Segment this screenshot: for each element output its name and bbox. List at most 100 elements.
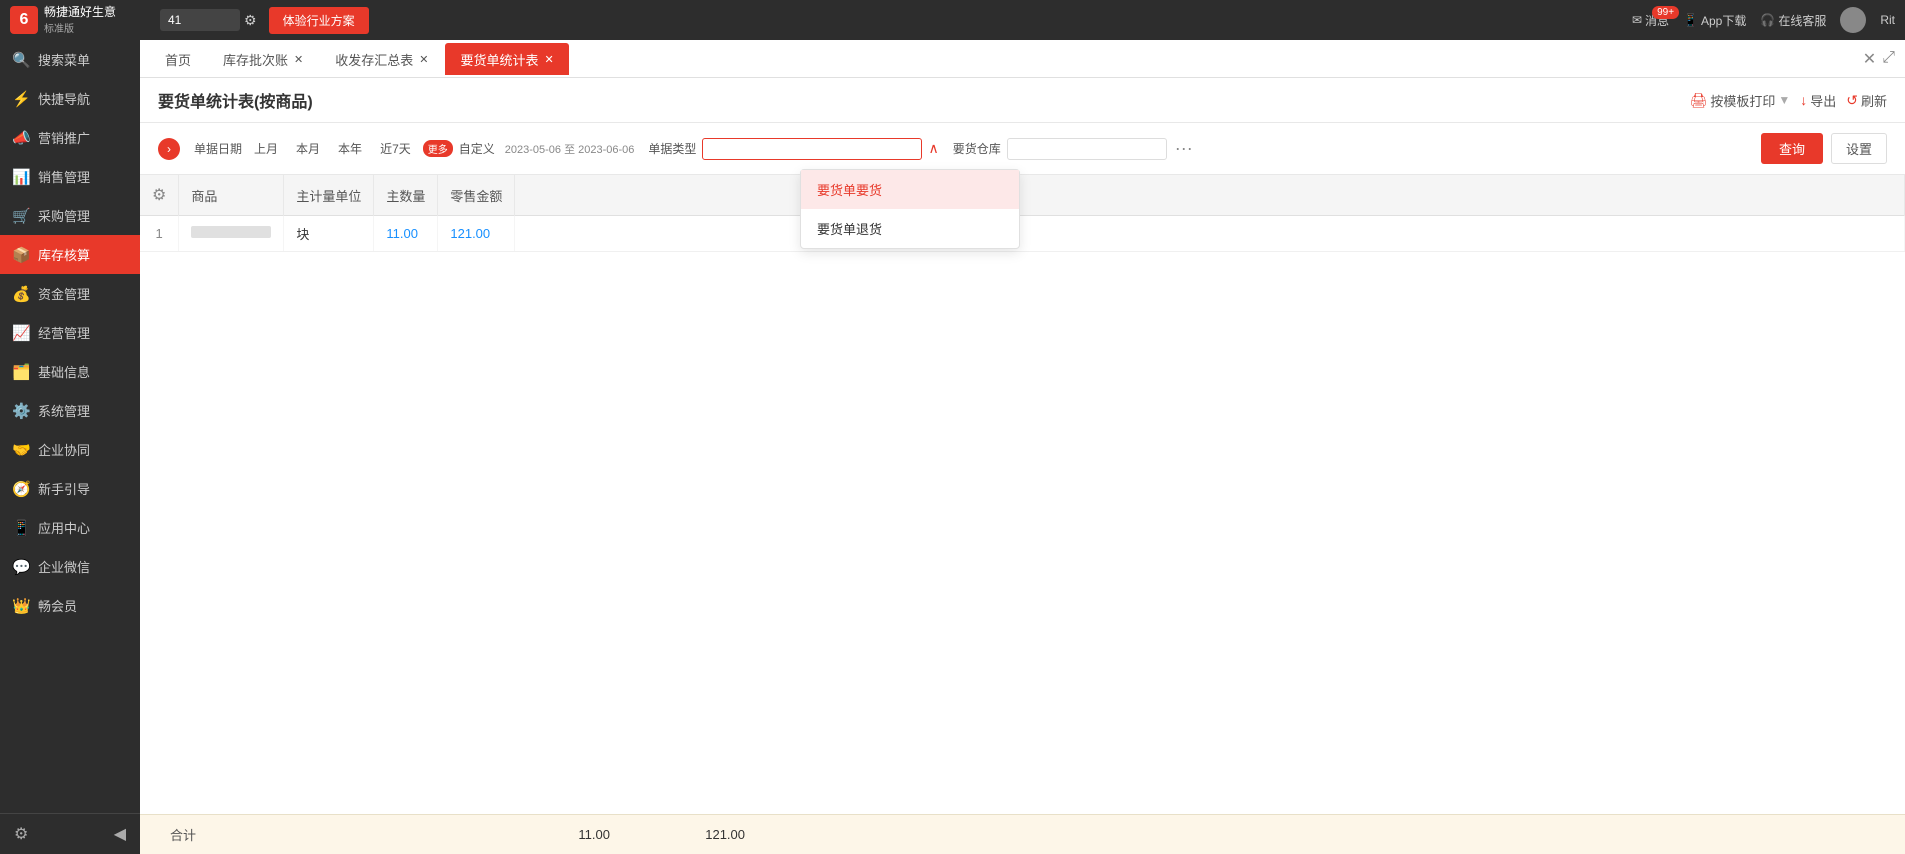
topbar-tabs: ⚙ 体验行业方案	[150, 7, 1632, 34]
tab-stock[interactable]: 库存批次账 ✕	[208, 43, 318, 75]
tab-order-stat-close[interactable]: ✕	[545, 53, 554, 66]
sidebar-item-finance[interactable]: 💰 资金管理	[0, 274, 140, 313]
date-btn-this-month[interactable]: 本月	[290, 138, 326, 159]
tab-number-input[interactable]	[160, 9, 240, 31]
megaphone-icon: 📣	[12, 129, 30, 147]
print-btn[interactable]: 🖨 按模板打印 ▼	[1690, 91, 1791, 110]
date-custom-btn[interactable]: 自定义	[459, 140, 495, 157]
sidebar-item-label: 经营管理	[38, 323, 90, 342]
print-icon: 🖨	[1690, 92, 1708, 109]
type-filter-section: 单据类型 ∧	[648, 138, 938, 160]
col-settings-icon[interactable]: ⚙	[152, 187, 166, 204]
compass-icon: 🧭	[12, 480, 30, 498]
tab-expand-icon[interactable]: ⤢	[1882, 49, 1895, 69]
tab-summary[interactable]: 收发存汇总表 ✕	[320, 43, 443, 75]
sidebar-item-guide[interactable]: 🧭 新手引导	[0, 469, 140, 508]
query-btn[interactable]: 查询	[1761, 133, 1823, 164]
sidebar-item-enterprise[interactable]: 🤝 企业协同	[0, 430, 140, 469]
avatar[interactable]	[1840, 7, 1866, 33]
setting-btn[interactable]: 设置	[1831, 133, 1887, 164]
sidebar-item-sales[interactable]: 📊 销售管理	[0, 157, 140, 196]
sidebar-item-base-info[interactable]: 🗂️ 基础信息	[0, 352, 140, 391]
sidebar-item-label: 企业微信	[38, 557, 90, 576]
print-chevron-icon[interactable]: ▼	[1778, 93, 1790, 107]
export-icon: ↓	[1800, 92, 1807, 108]
chart-icon: 📊	[12, 168, 30, 186]
table-footer: 合计 11.00 121.00	[140, 814, 1905, 854]
dropdown-item-order-return[interactable]: 要货单退货	[801, 209, 1019, 248]
tab-bar-actions: ✕ ⤢	[1863, 49, 1895, 69]
export-btn[interactable]: ↓ 导出	[1800, 91, 1836, 110]
col-settings[interactable]: ⚙	[140, 175, 179, 216]
lightning-icon: ⚡	[12, 90, 30, 108]
date-btn-last-month[interactable]: 上月	[248, 138, 284, 159]
sidebar: 🔍 搜索菜单 ⚡ 快捷导航 📣 营销推广 📊 销售管理 🛒 采购管理 📦 库存核…	[0, 40, 140, 854]
refresh-icon: ↺	[1846, 92, 1858, 109]
table-row: 1 块 11.00 121.00	[140, 216, 1905, 252]
sidebar-item-quick-nav[interactable]: ⚡ 快捷导航	[0, 79, 140, 118]
settings-gear-icon[interactable]: ⚙	[244, 12, 257, 29]
folder-icon: 🗂️	[12, 363, 30, 381]
gear-icon: ⚙️	[12, 402, 30, 420]
sidebar-item-inventory[interactable]: 📦 库存核算	[0, 235, 140, 274]
col-qty: 主数量	[374, 175, 438, 216]
sidebar-item-wechat[interactable]: 💬 企业微信	[0, 547, 140, 586]
chat-icon: 💬	[12, 558, 30, 576]
main-layout: 🔍 搜索菜单 ⚡ 快捷导航 📣 营销推广 📊 销售管理 🛒 采购管理 📦 库存核…	[0, 40, 1905, 854]
sidebar-item-label: 企业协同	[38, 440, 90, 459]
warehouse-filter-input[interactable]	[1007, 138, 1167, 160]
sidebar-collapse-icon[interactable]: ◀	[114, 824, 126, 844]
refresh-btn[interactable]: ↺ 刷新	[1846, 91, 1887, 110]
cart-icon: 🛒	[12, 207, 30, 225]
sidebar-search-label: 搜索菜单	[38, 50, 90, 69]
sidebar-item-label: 资金管理	[38, 284, 90, 303]
footer-qty: 11.00	[490, 827, 610, 842]
sidebar-settings-icon[interactable]: ⚙	[14, 824, 28, 844]
app-download-btn[interactable]: 📱 App下载	[1683, 12, 1746, 29]
sidebar-item-search[interactable]: 🔍 搜索菜单	[0, 40, 140, 79]
trending-icon: 📈	[12, 324, 30, 342]
money-icon: 💰	[12, 285, 30, 303]
date-range-text: 2023-05-06 至 2023-06-06	[505, 141, 635, 157]
tab-close-all-icon[interactable]: ✕	[1863, 49, 1876, 69]
sidebar-item-label: 快捷导航	[38, 89, 90, 108]
service-btn[interactable]: 🎧 在线客服	[1760, 12, 1826, 29]
date-more-badge[interactable]: 更多	[423, 140, 453, 157]
footer-amount: 121.00	[625, 827, 745, 842]
sidebar-item-system[interactable]: ⚙️ 系统管理	[0, 391, 140, 430]
tab-order-stat[interactable]: 要货单统计表 ✕	[445, 43, 568, 75]
crown-icon: 👑	[12, 597, 30, 615]
date-filter-section: 单据日期 上月 本月 本年 近7天 更多 自定义 2023-05-06 至 20…	[194, 138, 634, 159]
type-filter-input[interactable]	[702, 138, 922, 160]
data-table: ⚙ 商品 主计量单位 主数量 零售金额 1	[140, 175, 1905, 252]
industry-btn[interactable]: 体验行业方案	[269, 7, 369, 34]
sidebar-item-label: 销售管理	[38, 167, 90, 186]
msg-btn[interactable]: ✉ 消息 99+	[1632, 12, 1669, 29]
app-edition: 标准版	[44, 20, 116, 35]
sidebar-item-member[interactable]: 👑 畅会员	[0, 586, 140, 625]
sidebar-item-purchase[interactable]: 🛒 采购管理	[0, 196, 140, 235]
sidebar-item-marketing[interactable]: 📣 营销推广	[0, 118, 140, 157]
username: Rit	[1880, 13, 1895, 27]
type-dropdown: 要货单要货 要货单退货	[800, 169, 1020, 249]
filter-toggle-btn[interactable]: ›	[158, 138, 180, 160]
sidebar-item-label: 库存核算	[38, 245, 90, 264]
tab-stock-close[interactable]: ✕	[294, 53, 303, 66]
row-qty: 11.00	[374, 216, 438, 252]
tab-home[interactable]: 首页	[150, 43, 206, 75]
row-product	[179, 216, 284, 252]
content-area: 首页 库存批次账 ✕ 收发存汇总表 ✕ 要货单统计表 ✕ ✕ ⤢ 要货单统计表(…	[140, 40, 1905, 854]
date-btn-7days[interactable]: 近7天	[374, 138, 417, 159]
filter-more-icon[interactable]: ···	[1175, 138, 1193, 159]
date-btn-this-year[interactable]: 本年	[332, 138, 368, 159]
dropdown-item-order-goods[interactable]: 要货单要货	[801, 170, 1019, 209]
phone-icon: 📱	[1683, 13, 1698, 27]
sidebar-item-label: 应用中心	[38, 518, 90, 537]
type-filter-arrow-icon[interactable]: ∧	[928, 140, 938, 157]
sidebar-item-app-center[interactable]: 📱 应用中心	[0, 508, 140, 547]
msg-badge: 99+	[1652, 6, 1679, 19]
tab-summary-close[interactable]: ✕	[419, 53, 428, 66]
tab-bar: 首页 库存批次账 ✕ 收发存汇总表 ✕ 要货单统计表 ✕ ✕ ⤢	[140, 40, 1905, 78]
app-name: 畅捷通好生意	[44, 5, 116, 19]
sidebar-item-operation[interactable]: 📈 经营管理	[0, 313, 140, 352]
